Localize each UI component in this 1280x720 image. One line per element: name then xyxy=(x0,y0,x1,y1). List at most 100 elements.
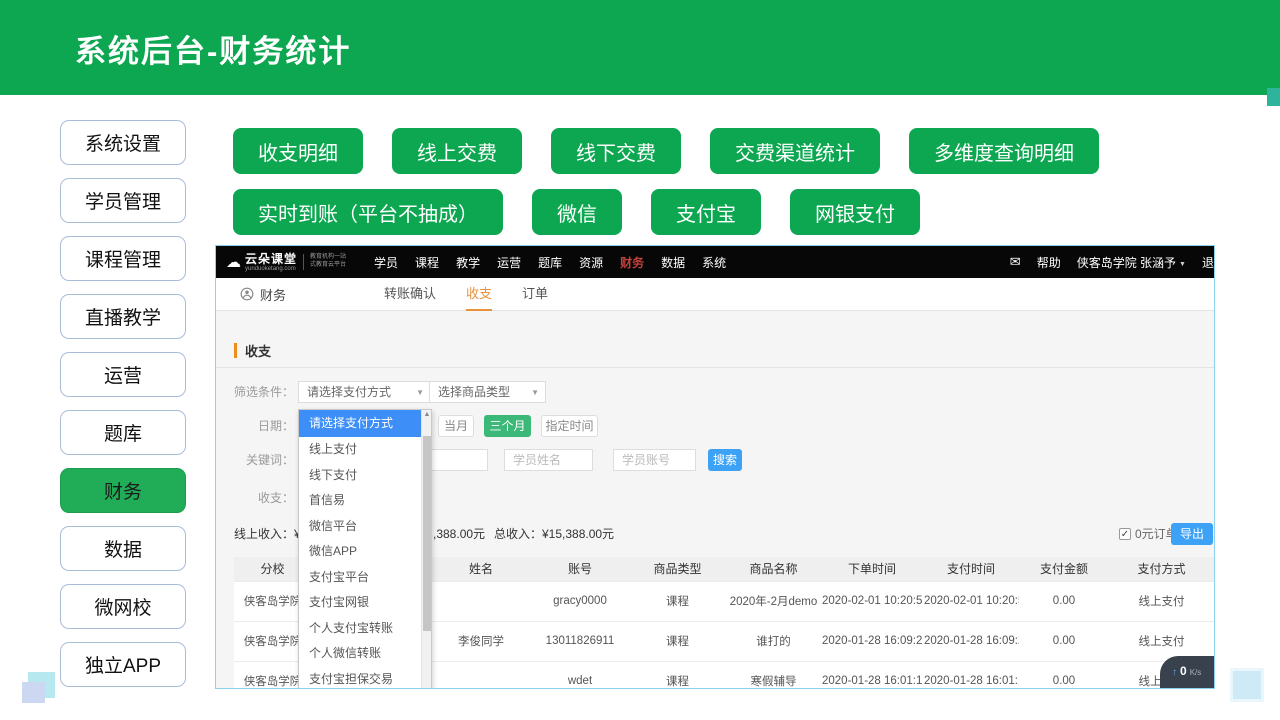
zero-order-checkbox[interactable]: ✓ xyxy=(1119,528,1131,540)
heading-bar xyxy=(234,343,237,358)
date-current-month-button[interactable]: 当月 xyxy=(438,415,474,437)
column-header: 支付金额 xyxy=(1019,557,1109,581)
dropdown-item[interactable]: 线下支付 xyxy=(299,463,431,489)
cell: 课程 xyxy=(629,581,726,621)
column-header: 商品名称 xyxy=(726,557,821,581)
chevron-down-icon: ▼ xyxy=(1179,261,1186,268)
nav-item-resources[interactable]: 资源 xyxy=(579,254,603,271)
btn-wechat[interactable]: 微信 xyxy=(532,189,622,235)
logout-link[interactable]: 退 xyxy=(1202,254,1214,271)
inout-label: 收支： xyxy=(216,487,294,509)
dropdown-item[interactable]: 支付宝平台 xyxy=(299,565,431,591)
date-custom-range-button[interactable]: 指定时间 xyxy=(541,415,598,437)
column-header: 姓名 xyxy=(431,557,531,581)
export-button[interactable]: 导出 xyxy=(1171,523,1213,545)
nav-item-courses[interactable]: 课程 xyxy=(415,254,439,271)
sidebar-item-standalone-app[interactable]: 独立APP xyxy=(60,642,186,687)
logo: ☁ 云朵课堂 yunduoketang.com 教育机构一站 式教育云平台 xyxy=(226,253,346,272)
dropdown-scrollbar[interactable]: ▲ xyxy=(421,410,431,689)
student-account-input[interactable]: 学员账号 xyxy=(613,449,696,471)
online-income-prefix: 线上收入：¥ xyxy=(234,523,301,545)
decoration-square-lavender xyxy=(22,682,45,703)
slide-header: 系统后台-财务统计 xyxy=(0,0,1280,95)
pay-method-select[interactable]: 请选择支付方式 ▼ xyxy=(298,381,431,403)
network-speed-overlay: ↑ 0 K/s ↓ 0 K/s xyxy=(1160,656,1214,689)
decoration-square-bottom-right xyxy=(1230,668,1264,702)
dropdown-item[interactable]: 线上支付 xyxy=(299,437,431,463)
logo-subtext: yunduoketang.com xyxy=(245,266,297,272)
scroll-up-icon[interactable]: ▲ xyxy=(422,411,432,418)
admin-topnav: ☁ 云朵课堂 yunduoketang.com 教育机构一站 式教育云平台 学员… xyxy=(216,246,1214,278)
cell: 2020-02-01 10:20:56 xyxy=(821,581,923,621)
zero-order-filter: ✓ 0元订单 xyxy=(1119,523,1178,545)
cell: 李俊同学 xyxy=(431,621,531,661)
sidebar-item-live-teaching[interactable]: 直播教学 xyxy=(60,294,186,339)
nav-item-students[interactable]: 学员 xyxy=(374,254,398,271)
nav-item-question-bank[interactable]: 题库 xyxy=(538,254,562,271)
date-three-months-button[interactable]: 三个月 xyxy=(484,415,531,437)
search-button[interactable]: 搜索 xyxy=(708,449,742,471)
dropdown-item[interactable]: 支付宝担保交易 xyxy=(299,667,431,690)
cell: 2020年-2月demo xyxy=(726,581,821,621)
sidebar-item-question-bank[interactable]: 题库 xyxy=(60,410,186,455)
nav-item-system[interactable]: 系统 xyxy=(702,254,726,271)
nav-item-data[interactable]: 数据 xyxy=(661,254,685,271)
btn-alipay[interactable]: 支付宝 xyxy=(651,189,761,235)
cell: 2020-01-28 16:01:17 xyxy=(821,661,923,689)
dropdown-item[interactable]: 支付宝网银 xyxy=(299,590,431,616)
cell: 13011826911 xyxy=(531,621,629,661)
cell: 2020-02-01 10:20:56 xyxy=(923,581,1019,621)
cell: 寒假辅导 xyxy=(726,661,821,689)
topnav-right: ✉ 帮助 侠客岛学院 张涵予▼ 退 xyxy=(1010,254,1214,271)
cell: 2020-01-28 16:09:27 xyxy=(923,621,1019,661)
filter-row-condition: 筛选条件： 请选择支付方式 ▼ 选择商品类型 ▼ xyxy=(216,381,1214,403)
tab-orders[interactable]: 订单 xyxy=(522,278,548,311)
page-title: 系统后台-财务统计 xyxy=(75,26,351,71)
dropdown-item[interactable]: 首信易 xyxy=(299,488,431,514)
dropdown-item[interactable]: 请选择支付方式 xyxy=(299,410,431,437)
page: 系统后台-财务统计 系统设置 学员管理 课程管理 直播教学 运营 题库 财务 数… xyxy=(0,0,1280,720)
sidebar-item-data[interactable]: 数据 xyxy=(60,526,186,571)
sidebar-item-operations[interactable]: 运营 xyxy=(60,352,186,397)
chevron-down-icon: ▼ xyxy=(531,382,539,403)
column-header: 账号 xyxy=(531,557,629,581)
content-heading: 收支 xyxy=(234,341,271,360)
keyword-label: 关键词： xyxy=(216,449,294,471)
product-type-select[interactable]: 选择商品类型 ▼ xyxy=(429,381,546,403)
sidebar-item-micro-school[interactable]: 微网校 xyxy=(60,584,186,629)
btn-multi-dimension-query[interactable]: 多维度查询明细 xyxy=(909,128,1099,174)
cell: 2020-01-28 16:01:17 xyxy=(923,661,1019,689)
tab-income-expense[interactable]: 收支 xyxy=(466,278,492,311)
account-menu[interactable]: 侠客岛学院 张涵予▼ xyxy=(1077,254,1186,271)
sidebar-item-course-management[interactable]: 课程管理 xyxy=(60,236,186,281)
upload-arrow-icon: ↑ xyxy=(1172,667,1177,678)
dropdown-item[interactable]: 微信平台 xyxy=(299,514,431,540)
btn-offline-payment[interactable]: 线下交费 xyxy=(551,128,681,174)
logo-text: 云朵课堂 xyxy=(245,253,297,265)
upload-speed: ↑ 0 K/s xyxy=(1172,664,1212,688)
logo-divider xyxy=(303,254,304,270)
btn-income-expense-detail[interactable]: 收支明细 xyxy=(233,128,363,174)
tab-transfer-confirm[interactable]: 转账确认 xyxy=(384,278,436,311)
heading-divider xyxy=(216,367,1214,368)
dropdown-item[interactable]: 微信APP xyxy=(299,539,431,565)
cell: 0.00 xyxy=(1019,661,1109,689)
mail-icon[interactable]: ✉ xyxy=(1010,254,1021,270)
btn-payment-channel-stats[interactable]: 交费渠道统计 xyxy=(710,128,880,174)
btn-netbank-payment[interactable]: 网银支付 xyxy=(790,189,920,235)
sidebar: 系统设置 学员管理 课程管理 直播教学 运营 题库 财务 数据 微网校 独立AP… xyxy=(60,120,186,700)
scrollbar-thumb[interactable] xyxy=(423,436,431,631)
sidebar-item-student-management[interactable]: 学员管理 xyxy=(60,178,186,223)
column-header: 下单时间 xyxy=(821,557,923,581)
help-link[interactable]: 帮助 xyxy=(1037,254,1061,271)
nav-item-teaching[interactable]: 教学 xyxy=(456,254,480,271)
student-name-input[interactable]: 学员姓名 xyxy=(504,449,593,471)
dropdown-item[interactable]: 个人支付宝转账 xyxy=(299,616,431,642)
btn-realtime-settlement[interactable]: 实时到账（平台不抽成） xyxy=(233,189,503,235)
sidebar-item-finance[interactable]: 财务 xyxy=(60,468,186,513)
sidebar-item-system-settings[interactable]: 系统设置 xyxy=(60,120,186,165)
nav-item-operations[interactable]: 运营 xyxy=(497,254,521,271)
btn-online-payment[interactable]: 线上交费 xyxy=(392,128,522,174)
nav-item-finance[interactable]: 财务 xyxy=(620,254,644,271)
dropdown-item[interactable]: 个人微信转账 xyxy=(299,641,431,667)
